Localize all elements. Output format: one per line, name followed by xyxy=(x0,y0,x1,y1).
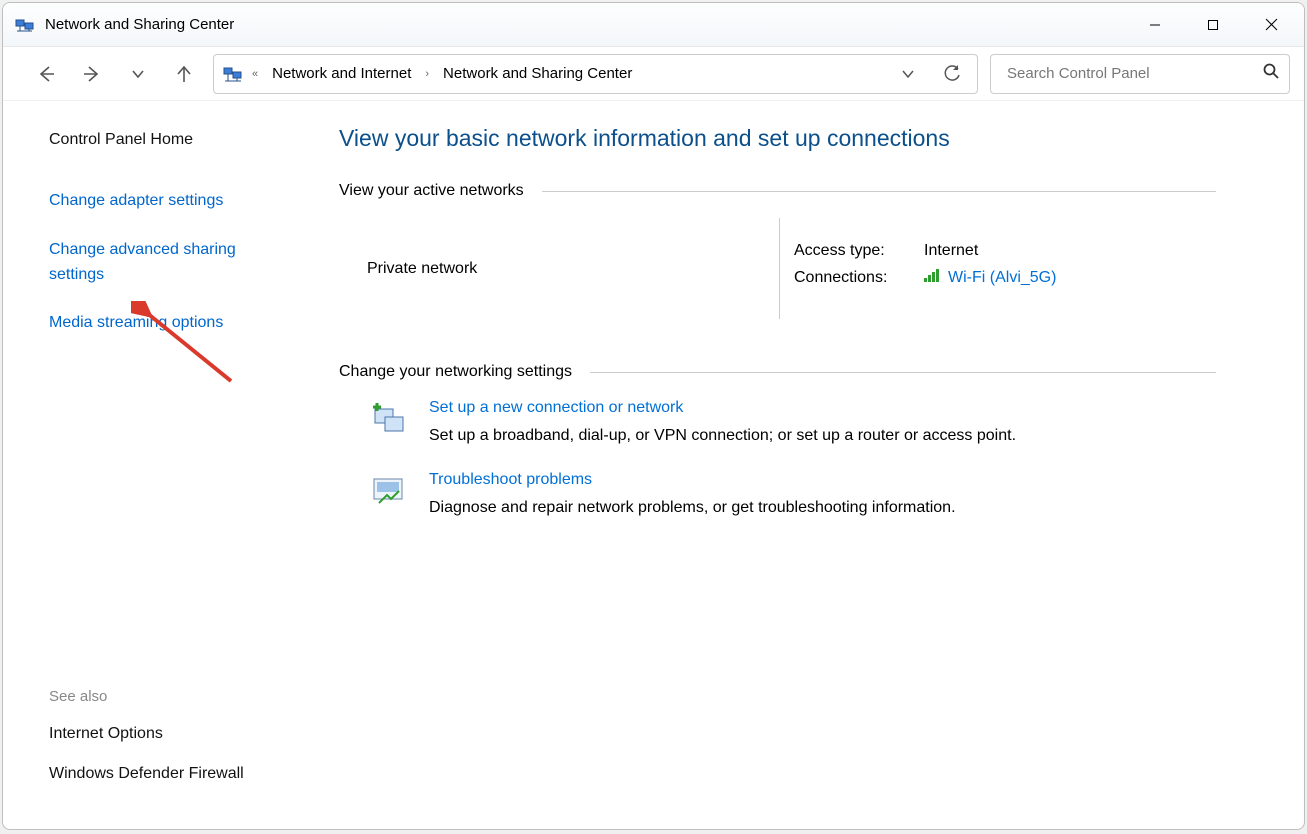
nav-bar: « Network and Internet › Network and Sha… xyxy=(3,47,1304,101)
see-also-internet-options[interactable]: Internet Options xyxy=(49,725,281,743)
sidebar: Control Panel Home Change adapter settin… xyxy=(3,101,309,829)
up-button[interactable] xyxy=(161,54,207,94)
recent-locations-button[interactable] xyxy=(115,54,161,94)
connection-link[interactable]: Wi-Fi (Alvi_5G) xyxy=(948,269,1056,287)
setup-connection-item: Set up a new connection or network Set u… xyxy=(371,399,1216,445)
troubleshoot-desc: Diagnose and repair network problems, or… xyxy=(429,499,956,517)
control-panel-home-link[interactable]: Control Panel Home xyxy=(49,131,281,149)
forward-button[interactable] xyxy=(69,54,115,94)
close-button[interactable] xyxy=(1242,3,1300,47)
chevron-right-icon: › xyxy=(423,68,431,80)
sidebar-link-media-streaming[interactable]: Media streaming options xyxy=(49,311,281,336)
main-panel: View your basic network information and … xyxy=(309,101,1304,829)
section-active-networks: View your active networks xyxy=(339,182,1216,200)
sidebar-link-advanced-sharing[interactable]: Change advanced sharing settings xyxy=(49,238,281,288)
troubleshoot-item: Troubleshoot problems Diagnose and repai… xyxy=(371,471,1216,517)
access-type-label: Access type: xyxy=(794,242,924,260)
wifi-signal-icon xyxy=(924,268,942,287)
location-icon xyxy=(222,63,244,85)
search-icon[interactable] xyxy=(1263,63,1279,84)
sidebar-link-adapter-settings[interactable]: Change adapter settings xyxy=(49,189,281,214)
breadcrumb-network-sharing[interactable]: Network and Sharing Center xyxy=(437,65,638,82)
access-type-value: Internet xyxy=(924,242,978,260)
app-window: Network and Sharing Center « xyxy=(2,2,1305,830)
address-bar[interactable]: « Network and Internet › Network and Sha… xyxy=(213,54,978,94)
maximize-button[interactable] xyxy=(1184,3,1242,47)
search-input[interactable] xyxy=(1005,64,1255,83)
network-type: Private network xyxy=(367,260,779,278)
minimize-button[interactable] xyxy=(1126,3,1184,47)
see-also-heading: See also xyxy=(49,688,281,705)
chevron-left-icon[interactable]: « xyxy=(250,68,260,80)
title-bar: Network and Sharing Center xyxy=(3,3,1304,47)
section-change-settings: Change your networking settings xyxy=(339,363,1216,381)
setup-connection-icon xyxy=(371,401,407,437)
see-also-defender-firewall[interactable]: Windows Defender Firewall xyxy=(49,765,281,783)
app-icon xyxy=(15,15,35,35)
setup-connection-desc: Set up a broadband, dial-up, or VPN conn… xyxy=(429,427,1016,445)
divider xyxy=(542,191,1216,192)
section-label-active: View your active networks xyxy=(339,182,524,200)
connections-label: Connections: xyxy=(794,269,924,287)
window-title: Network and Sharing Center xyxy=(45,16,234,33)
refresh-button[interactable] xyxy=(933,55,971,93)
search-box[interactable] xyxy=(990,54,1290,94)
active-network-block: Private network Access type: Internet Co… xyxy=(339,218,1216,319)
divider xyxy=(590,372,1216,373)
back-button[interactable] xyxy=(23,54,69,94)
troubleshoot-icon xyxy=(371,473,407,509)
section-label-change: Change your networking settings xyxy=(339,363,572,381)
page-heading: View your basic network information and … xyxy=(339,125,1216,152)
address-dropdown-button[interactable] xyxy=(889,55,927,93)
setup-connection-link[interactable]: Set up a new connection or network xyxy=(429,399,1016,417)
troubleshoot-link[interactable]: Troubleshoot problems xyxy=(429,471,956,489)
breadcrumb-network-internet[interactable]: Network and Internet xyxy=(266,65,417,82)
content-body: Control Panel Home Change adapter settin… xyxy=(3,101,1304,829)
